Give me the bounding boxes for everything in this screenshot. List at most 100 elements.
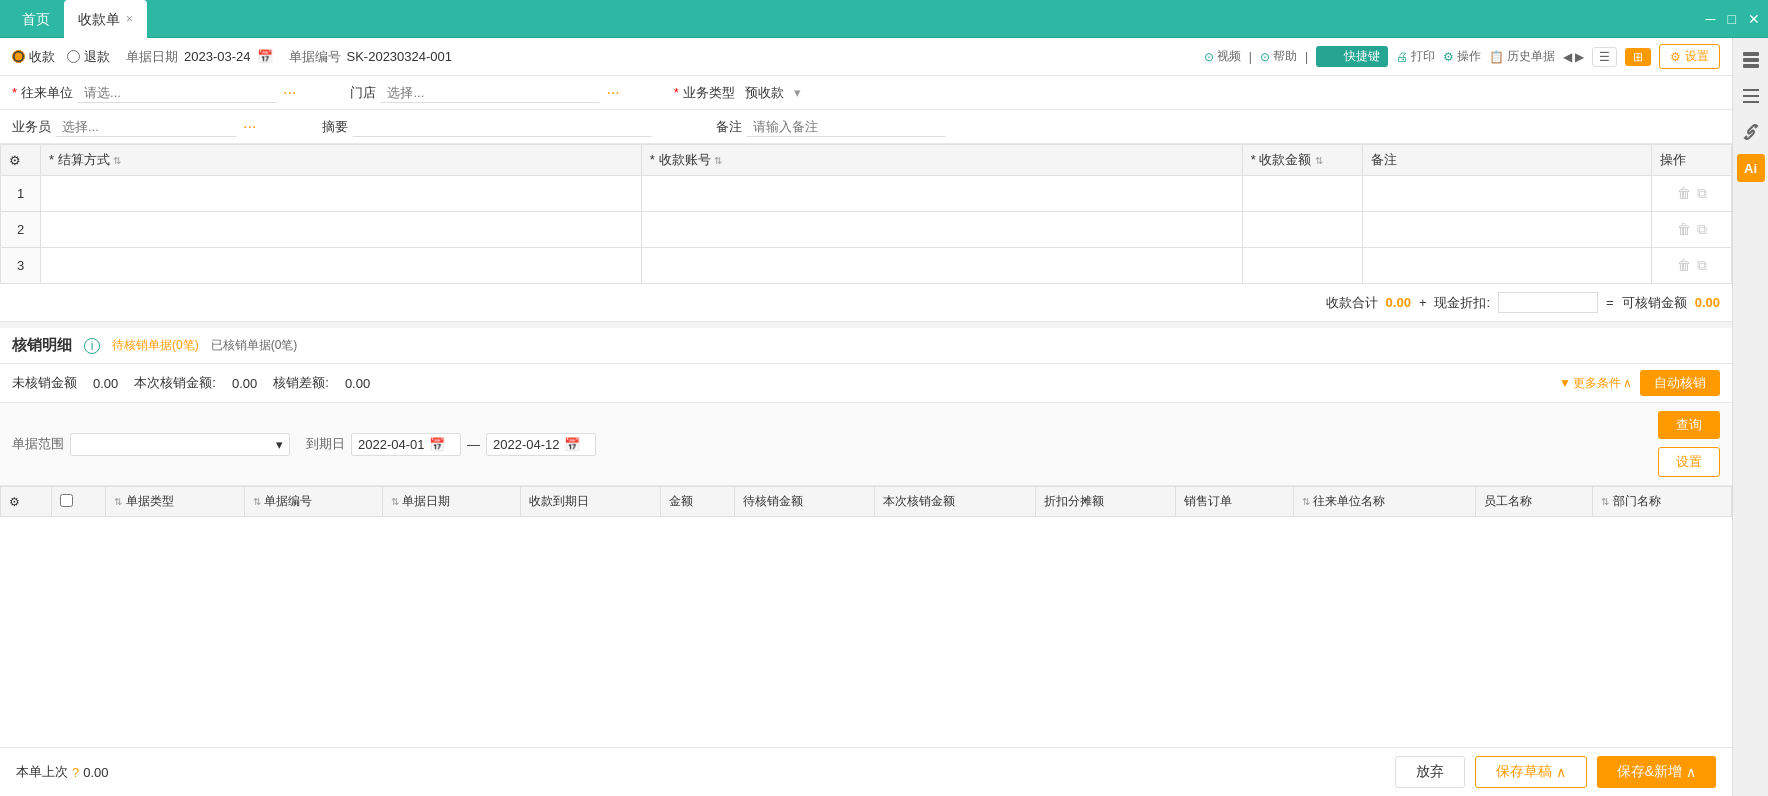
- calendar-icon[interactable]: 📅: [257, 49, 273, 64]
- partner-more-btn[interactable]: ···: [281, 84, 298, 102]
- reconcile-info-icon[interactable]: i: [84, 338, 100, 354]
- save-new-button[interactable]: 保存&新增 ∧: [1597, 756, 1716, 788]
- shortcut-btn[interactable]: ⌨ 快捷键: [1316, 46, 1388, 67]
- cell-settlement-3[interactable]: [41, 248, 642, 284]
- bt-check-col[interactable]: [51, 487, 105, 517]
- auto-reconcile-btn[interactable]: 自动核销: [1640, 370, 1720, 396]
- range-select[interactable]: ▾: [70, 433, 290, 456]
- cell-actions-1: 🗑 ⧉: [1652, 176, 1732, 212]
- toolbar: 收款 退款 单据日期 2023-03-24 📅 单据编号 SK-20230324…: [0, 38, 1732, 76]
- close-tab-icon[interactable]: ×: [126, 0, 133, 38]
- copy-icon-1[interactable]: ⧉: [1697, 185, 1707, 202]
- cell-settlement-2[interactable]: [41, 212, 642, 248]
- sidebar-link-icon[interactable]: [1737, 118, 1765, 146]
- store-more-btn[interactable]: ···: [604, 84, 621, 102]
- carry-info-icon[interactable]: ?: [72, 765, 79, 780]
- draft-chevron-icon[interactable]: ∧: [1556, 764, 1566, 780]
- cell-amount-3[interactable]: [1242, 248, 1362, 284]
- cell-remark-2[interactable]: [1362, 212, 1651, 248]
- maximize-icon[interactable]: □: [1728, 11, 1736, 27]
- print-btn[interactable]: 🖨 打印: [1396, 48, 1435, 65]
- pending-tab[interactable]: 待核销单据(0笔): [112, 337, 199, 354]
- partner-input[interactable]: [77, 82, 277, 103]
- radio-receive[interactable]: 收款: [12, 48, 55, 66]
- minimize-icon[interactable]: ─: [1706, 11, 1716, 27]
- video-btn[interactable]: ⊙ 视频: [1204, 48, 1241, 65]
- sort-settlement-icon[interactable]: ⇅: [113, 155, 121, 166]
- payment-table-container: ⚙ * 结算方式 ⇅ * 收款账号 ⇅ *: [0, 144, 1732, 322]
- cell-remark-3[interactable]: [1362, 248, 1651, 284]
- list-view-icon[interactable]: ☰: [1599, 50, 1610, 64]
- sidebar-list-icon[interactable]: [1737, 82, 1765, 110]
- sidebar-table-icon[interactable]: [1737, 46, 1765, 74]
- biz-type-dropdown-icon[interactable]: ▾: [794, 85, 801, 100]
- cell-account-1[interactable]: [641, 176, 1242, 212]
- bt-current-col: 本次核销金额: [874, 487, 1035, 517]
- store-input[interactable]: [380, 82, 600, 103]
- delete-icon-3[interactable]: 🗑: [1677, 257, 1691, 274]
- copy-icon-2[interactable]: ⧉: [1697, 221, 1707, 238]
- bt-dept-col: ⇅ 部门名称: [1593, 487, 1732, 517]
- cell-settlement-1[interactable]: [41, 176, 642, 212]
- discard-button[interactable]: 放弃: [1395, 756, 1465, 788]
- save-draft-button[interactable]: 保存草稿 ∧: [1475, 756, 1587, 788]
- bt-amount-col: 金额: [660, 487, 734, 517]
- cell-remark-1[interactable]: [1362, 176, 1651, 212]
- operate-btn[interactable]: ⚙ 操作: [1443, 48, 1481, 65]
- cell-actions-2: 🗑 ⧉: [1652, 212, 1732, 248]
- filter-settings-btn[interactable]: 设置: [1658, 447, 1720, 477]
- prev-icon[interactable]: ◀: [1563, 50, 1572, 64]
- close-window-icon[interactable]: ✕: [1748, 11, 1760, 27]
- svg-rect-5: [1743, 101, 1759, 103]
- table-gear-header[interactable]: ⚙: [1, 145, 41, 176]
- discount-input[interactable]: [1498, 292, 1598, 313]
- row-num-1: 1: [1, 176, 41, 212]
- help-btn[interactable]: ⊙ 帮助: [1260, 48, 1297, 65]
- cell-account-3[interactable]: [641, 248, 1242, 284]
- summary-input[interactable]: [352, 116, 652, 137]
- receive-refund-toggle: 收款 退款: [12, 48, 110, 66]
- done-tab[interactable]: 已核销单据(0笔): [211, 337, 298, 354]
- staff-input[interactable]: [55, 116, 237, 137]
- radio-refund[interactable]: 退款: [67, 48, 110, 66]
- calendar-to-icon[interactable]: 📅: [564, 437, 580, 452]
- filter-icon: ▼: [1559, 376, 1571, 390]
- sort-account-icon[interactable]: ⇅: [714, 155, 722, 166]
- nav-home[interactable]: 首页: [8, 0, 64, 38]
- sort-amount-icon[interactable]: ⇅: [1315, 155, 1323, 166]
- bt-sales-col: 销售订单: [1175, 487, 1293, 517]
- col-account-header: * 收款账号 ⇅: [641, 145, 1242, 176]
- delete-icon-1[interactable]: 🗑: [1677, 185, 1691, 202]
- cell-amount-1[interactable]: [1242, 176, 1362, 212]
- expand-btn[interactable]: ⊞: [1625, 48, 1651, 66]
- more-conditions-btn[interactable]: ▼ 更多条件 ∧: [1559, 375, 1632, 392]
- bt-partner-col: ⇅ 往来单位名称: [1293, 487, 1475, 517]
- query-btn[interactable]: 查询: [1658, 411, 1720, 439]
- history-btn[interactable]: 📋 历史单据: [1489, 48, 1555, 65]
- settings-button[interactable]: ⚙ 设置: [1659, 44, 1720, 69]
- expand-icon: ⊞: [1633, 50, 1643, 64]
- bt-gear-col[interactable]: ⚙: [1, 487, 52, 517]
- staff-more-btn[interactable]: ···: [241, 118, 258, 136]
- calendar-from-icon[interactable]: 📅: [429, 437, 445, 452]
- nav-arrows[interactable]: ◀ ▶: [1563, 50, 1584, 64]
- bt-pending-col: 待核销金额: [735, 487, 875, 517]
- remark-input[interactable]: [746, 116, 946, 137]
- copy-icon-3[interactable]: ⧉: [1697, 257, 1707, 274]
- date-to-input[interactable]: 2022-04-12 📅: [486, 433, 596, 456]
- cell-amount-2[interactable]: [1242, 212, 1362, 248]
- nav-active-tab[interactable]: 收款单 ×: [64, 0, 147, 38]
- right-sidebar: Ai: [1732, 38, 1768, 796]
- date-from-input[interactable]: 2022-04-01 📅: [351, 433, 461, 456]
- carry-info: 本单上次 ? 0.00: [16, 763, 109, 781]
- biz-type-field: * 业务类型 预收款 ▾: [674, 84, 801, 102]
- cell-account-2[interactable]: [641, 212, 1242, 248]
- sidebar-ai-icon[interactable]: Ai: [1737, 154, 1765, 182]
- col-operate-header: 操作: [1652, 145, 1732, 176]
- delete-icon-2[interactable]: 🗑: [1677, 221, 1691, 238]
- next-icon[interactable]: ▶: [1575, 50, 1584, 64]
- bt-date-col: ⇅ 单据日期: [382, 487, 520, 517]
- save-chevron-icon[interactable]: ∧: [1686, 764, 1696, 780]
- view-toggle[interactable]: ☰: [1592, 47, 1617, 67]
- select-all-checkbox[interactable]: [60, 494, 73, 507]
